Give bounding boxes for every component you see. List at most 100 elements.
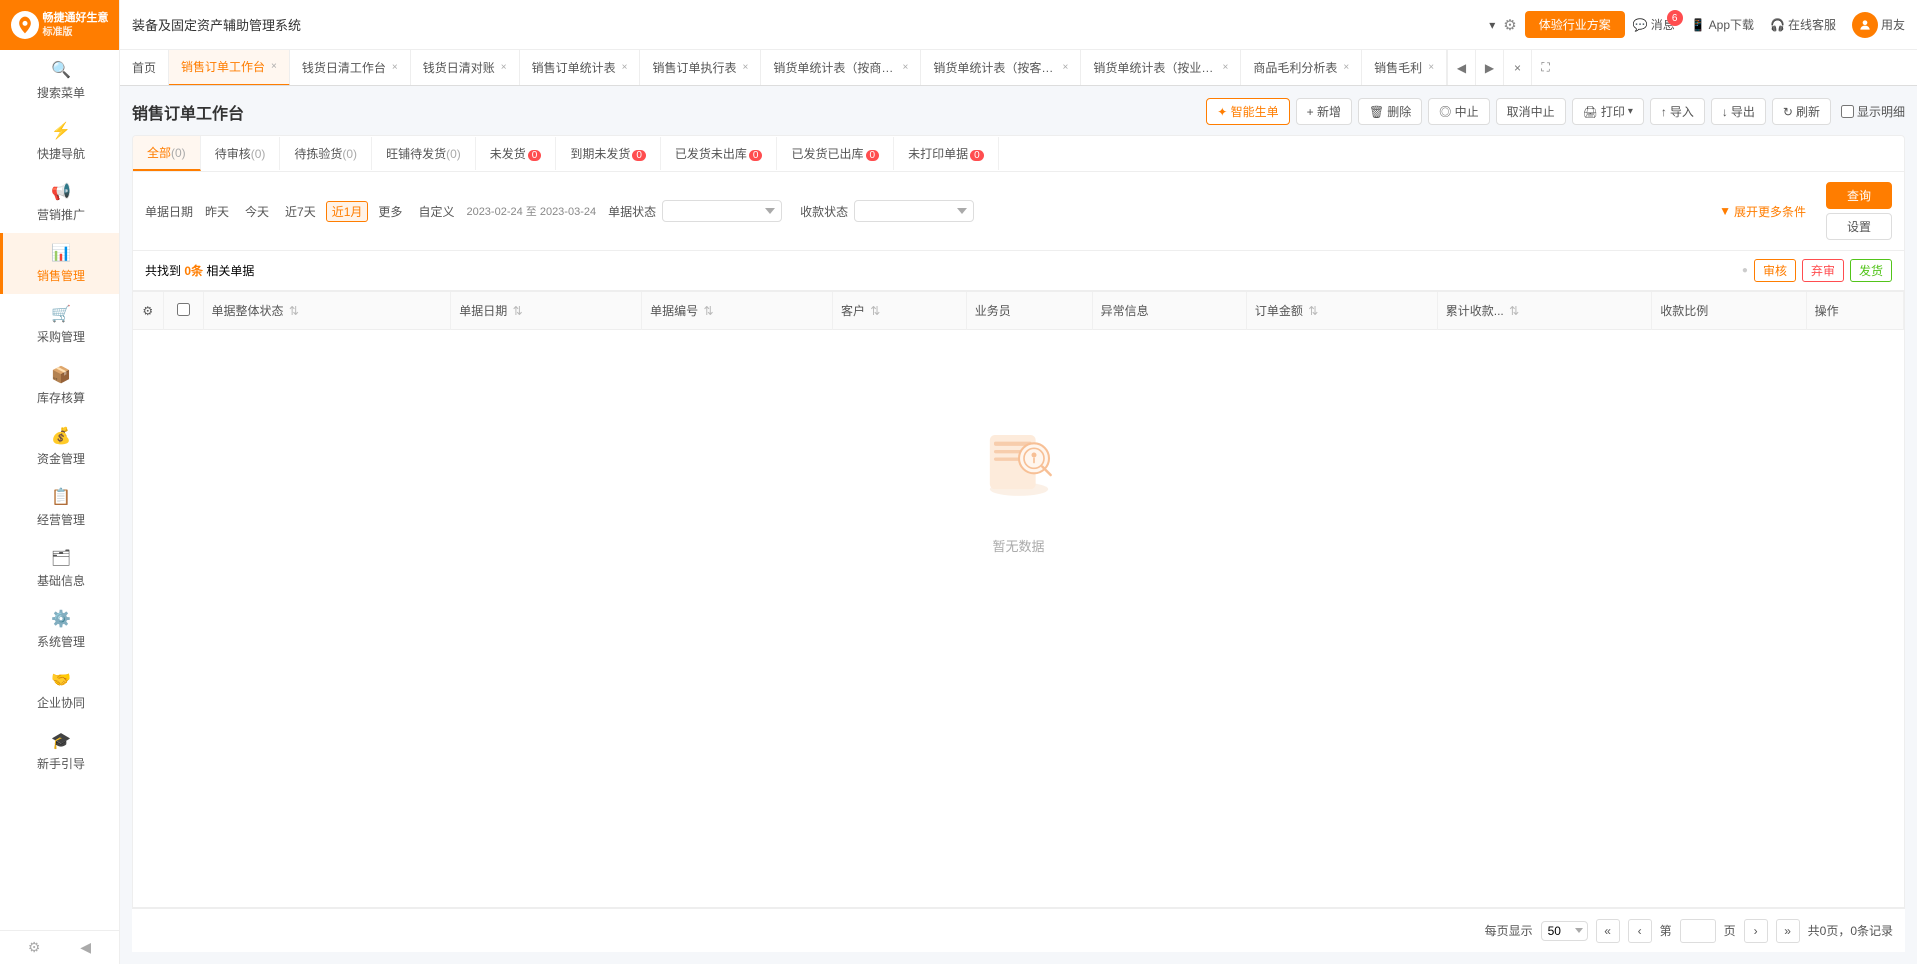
- tab-prev-btn[interactable]: ◀: [1447, 50, 1475, 86]
- settings-bottom-icon[interactable]: ⚙: [28, 939, 41, 956]
- tab-close-2[interactable]: ×: [392, 62, 398, 73]
- tab-close-3[interactable]: ×: [501, 62, 507, 73]
- sub-tab-4[interactable]: 未发货0: [476, 137, 557, 170]
- tab-close-9[interactable]: ×: [1343, 62, 1349, 73]
- cancel-stop-btn[interactable]: 取消中止: [1496, 98, 1566, 125]
- print-btn[interactable]: 🖨 打印 ▾: [1572, 98, 1644, 125]
- col-cumulative[interactable]: 累计收款... ⇅: [1437, 292, 1652, 330]
- smart-generate-btn[interactable]: ✦ 智能生单: [1206, 98, 1289, 125]
- col-date[interactable]: 单据日期 ⇅: [451, 292, 642, 330]
- tab-3[interactable]: 钱货日清对账×: [411, 50, 520, 86]
- import-btn[interactable]: ↑ 导入: [1650, 98, 1705, 125]
- collapse-icon[interactable]: ◀: [80, 939, 91, 956]
- tab-close-10[interactable]: ×: [1428, 62, 1434, 73]
- sidebar-item-7[interactable]: 📋经营管理: [0, 477, 119, 538]
- date-option-更多[interactable]: 更多: [372, 201, 408, 222]
- topbar: 装备及固定资产辅助管理系统 ▾ ⚙ 体验行业方案 💬 消息 6 📱 App下载 …: [120, 0, 1917, 50]
- tab-next-btn[interactable]: ▶: [1475, 50, 1503, 86]
- sidebar-item-5[interactable]: 📦库存核算: [0, 355, 119, 416]
- tab-0[interactable]: 首页: [120, 50, 169, 86]
- tab-6[interactable]: 销货单统计表（按商品）×: [761, 50, 921, 86]
- sidebar-item-11[interactable]: 🎓新手引导: [0, 721, 119, 782]
- sub-tab-8[interactable]: 未打印单据0: [894, 137, 999, 170]
- message-icon-item[interactable]: 💬 消息 6: [1633, 16, 1675, 33]
- payment-select[interactable]: [854, 200, 974, 222]
- delete-btn[interactable]: 🗑 删除: [1358, 98, 1422, 125]
- sidebar-item-9[interactable]: ⚙️系统管理: [0, 599, 119, 660]
- settings-filter-btn[interactable]: 设置: [1826, 213, 1892, 240]
- col-amount[interactable]: 订单金额 ⇅: [1246, 292, 1437, 330]
- sidebar-item-3[interactable]: 📊销售管理: [0, 233, 119, 294]
- tab-close-all-btn[interactable]: ×: [1503, 50, 1531, 86]
- tab-close-7[interactable]: ×: [1062, 62, 1068, 73]
- settings-icon[interactable]: ⚙: [1503, 16, 1516, 34]
- select-all-checkbox[interactable]: [177, 303, 190, 316]
- tab-close-1[interactable]: ×: [271, 61, 277, 72]
- sidebar-item-1[interactable]: ⚡快捷导航: [0, 111, 119, 172]
- next-page-btn[interactable]: ›: [1744, 919, 1768, 943]
- expand-icon: ▼: [1719, 204, 1731, 218]
- tab-8[interactable]: 销货单统计表（按业务员）×: [1081, 50, 1241, 86]
- status-select[interactable]: [662, 200, 782, 222]
- user-item[interactable]: 用友: [1852, 12, 1905, 38]
- query-btn[interactable]: 查询: [1826, 182, 1892, 209]
- sidebar-item-icon-9: ⚙️: [51, 609, 71, 629]
- audit-btn[interactable]: 审核: [1754, 259, 1796, 282]
- date-option-昨天[interactable]: 昨天: [199, 201, 235, 222]
- show-detail-input[interactable]: [1841, 105, 1854, 118]
- tab-close-6[interactable]: ×: [902, 62, 908, 73]
- sub-tab-6[interactable]: 已发货未出库0: [661, 137, 778, 170]
- refresh-btn[interactable]: ↻ 刷新: [1772, 98, 1831, 125]
- prev-page-btn[interactable]: ‹: [1628, 919, 1652, 943]
- expand-filter-btn[interactable]: ▼ 展开更多条件: [1719, 203, 1806, 220]
- sidebar-item-4[interactable]: 🛒采购管理: [0, 294, 119, 355]
- col-customer[interactable]: 客户 ⇅: [832, 292, 966, 330]
- last-page-btn[interactable]: »: [1776, 919, 1800, 943]
- industry-btn[interactable]: 体验行业方案: [1525, 11, 1625, 38]
- sub-tab-0[interactable]: 全部(0): [133, 136, 201, 171]
- sidebar-bottom: ⚙ ◀: [0, 930, 119, 964]
- show-detail-checkbox[interactable]: 显示明细: [1841, 103, 1905, 120]
- sidebar-item-label-0: 搜索菜单: [37, 84, 85, 101]
- tab-5[interactable]: 销售订单执行表×: [640, 50, 761, 86]
- system-dropdown[interactable]: ▾: [1489, 18, 1495, 32]
- tab-close-5[interactable]: ×: [742, 62, 748, 73]
- date-option-自定义[interactable]: 自定义: [412, 201, 460, 222]
- sub-tab-5[interactable]: 到期未发货0: [556, 137, 661, 170]
- page-input[interactable]: 1: [1680, 919, 1716, 943]
- page-size-select[interactable]: 102050100: [1541, 921, 1588, 941]
- sidebar-item-icon-11: 🎓: [51, 731, 71, 751]
- tab-7[interactable]: 销货单统计表（按客户）×: [921, 50, 1081, 86]
- export-btn[interactable]: ↓ 导出: [1711, 98, 1766, 125]
- first-page-btn[interactable]: «: [1596, 919, 1620, 943]
- tab-close-8[interactable]: ×: [1222, 62, 1228, 73]
- date-option-近1月[interactable]: 近1月: [326, 201, 369, 222]
- tab-4[interactable]: 销售订单统计表×: [520, 50, 641, 86]
- stop-btn[interactable]: ◎ 中止: [1428, 98, 1489, 125]
- app-download-item[interactable]: 📱 App下载: [1691, 16, 1754, 33]
- col-number[interactable]: 单据编号 ⇅: [642, 292, 833, 330]
- date-option-近7天[interactable]: 近7天: [279, 201, 322, 222]
- tab-10[interactable]: 销售毛利×: [1362, 50, 1447, 86]
- sidebar-item-2[interactable]: 📢营销推广: [0, 172, 119, 233]
- add-btn[interactable]: + 新增: [1296, 98, 1352, 125]
- sidebar-item-10[interactable]: 🤝企业协同: [0, 660, 119, 721]
- tab-fullscreen-btn[interactable]: ⛶: [1531, 50, 1559, 86]
- sub-tab-7[interactable]: 已发货已出库0: [777, 137, 894, 170]
- date-option-今天[interactable]: 今天: [239, 201, 275, 222]
- ship-btn[interactable]: 发货: [1850, 259, 1892, 282]
- tab-close-4[interactable]: ×: [622, 62, 628, 73]
- sidebar-item-6[interactable]: 💰资金管理: [0, 416, 119, 477]
- tab-1[interactable]: 销售订单工作台×: [169, 50, 290, 86]
- result-count: 共找到 0条 相关单据: [145, 262, 254, 279]
- sub-tab-3[interactable]: 旺铺待发货(0): [372, 137, 476, 170]
- table-settings-col[interactable]: ⚙: [133, 292, 163, 330]
- online-service-item[interactable]: 🎧 在线客服: [1770, 16, 1836, 33]
- reject-btn[interactable]: 弃审: [1802, 259, 1844, 282]
- tab-9[interactable]: 商品毛利分析表×: [1241, 50, 1362, 86]
- tab-2[interactable]: 钱货日清工作台×: [290, 50, 411, 86]
- sub-tab-1[interactable]: 待审核(0): [201, 137, 281, 170]
- sidebar-item-8[interactable]: 🗂基础信息: [0, 538, 119, 599]
- sidebar-item-0[interactable]: 🔍搜索菜单: [0, 50, 119, 111]
- sub-tab-2[interactable]: 待拣验货(0): [280, 137, 372, 170]
